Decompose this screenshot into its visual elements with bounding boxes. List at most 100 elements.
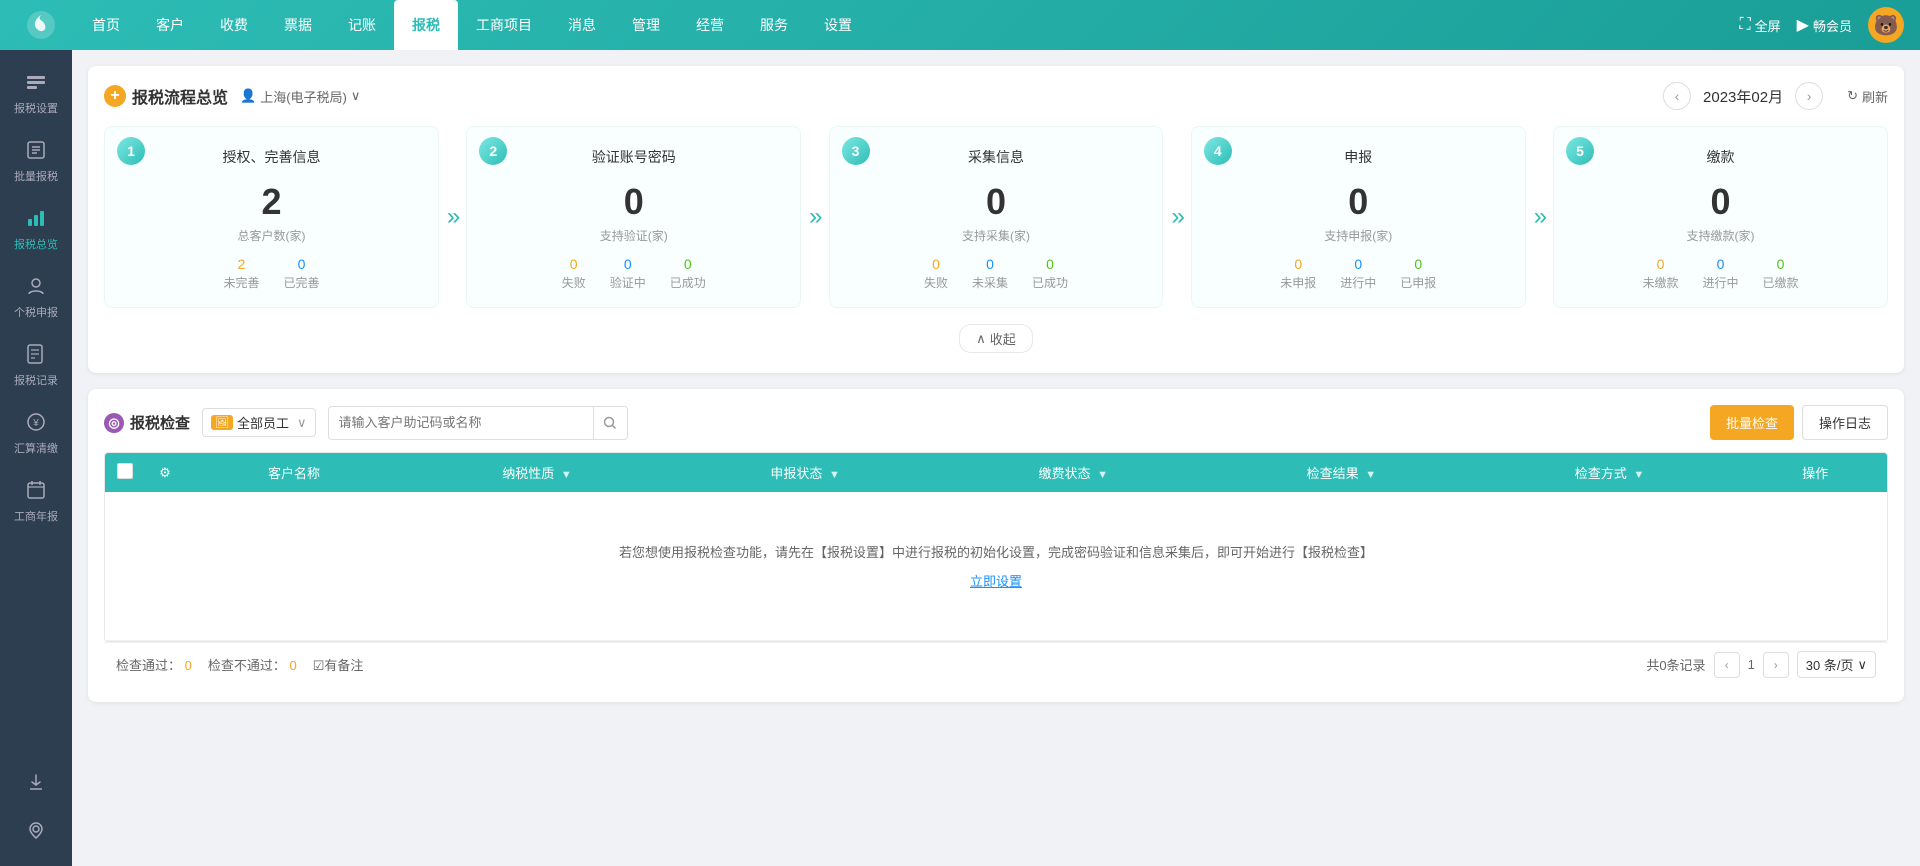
nav-message[interactable]: 消息 <box>550 0 614 50</box>
th-check-method-filter-icon[interactable]: ▼ <box>1633 469 1644 481</box>
sidebar-item-settlement[interactable]: ¥ 汇算清缴 <box>0 398 72 466</box>
th-payment-filter-icon[interactable]: ▼ <box>1097 469 1108 481</box>
step-3-stat-0[interactable]: 0 失败 <box>924 256 948 291</box>
pass-label: 检查通过： 0 <box>116 655 192 674</box>
nav-home[interactable]: 首页 <box>74 0 138 50</box>
nav-manage[interactable]: 管理 <box>614 0 678 50</box>
sidebar-label-tax-records: 报税记录 <box>14 372 58 388</box>
nav-invoice[interactable]: 票据 <box>266 0 330 50</box>
step-1-stat-1-lbl: 已完善 <box>283 274 319 291</box>
step-2-stat-0-val: 0 <box>570 256 578 272</box>
steps-container: 1 授权、完善信息 2 总客户数(家) 2 未完善 0 已完善 <box>104 126 1888 308</box>
step-2-stat-2[interactable]: 0 已成功 <box>670 256 706 291</box>
step-5-stats: 0 未缴款 0 进行中 0 已缴款 <box>1570 256 1871 291</box>
nav-right: ⛶ 全屏 ▶ 畅会员 🐻 <box>1739 7 1904 43</box>
step-5-stat-1[interactable]: 0 进行中 <box>1703 256 1739 291</box>
header-checkbox[interactable] <box>117 463 133 479</box>
tax-check-card: ◎ 报税检查 🖼 全部员工 ∨ <box>88 389 1904 702</box>
th-report-filter-icon[interactable]: ▼ <box>829 469 840 481</box>
next-month-button[interactable]: › <box>1795 82 1823 110</box>
step-5-sub: 支持缴款(家) <box>1570 227 1871 244</box>
top-navigation: 首页 客户 收费 票据 记账 报税 工商项目 消息 管理 经营 服务 设置 ⛶ … <box>0 0 1920 50</box>
step-4-stat-0[interactable]: 0 未申报 <box>1280 256 1316 291</box>
prev-month-button[interactable]: ‹ <box>1663 82 1691 110</box>
operation-log-button[interactable]: 操作日志 <box>1802 405 1888 440</box>
th-payment-status: 缴费状态 ▼ <box>939 453 1207 492</box>
collapse-button[interactable]: ∧ 收起 <box>959 324 1033 353</box>
location-user-icon: 👤 <box>240 88 256 104</box>
prev-page-button[interactable]: ‹ <box>1714 652 1740 678</box>
sidebar-item-tax-records[interactable]: 报税记录 <box>0 330 72 398</box>
sidebar-item-tax-settings[interactable]: 报税设置 <box>0 58 72 126</box>
nav-accounting[interactable]: 记账 <box>330 0 394 50</box>
sidebar-item-annual-report[interactable]: 工商年报 <box>0 466 72 534</box>
step-1-stat-1[interactable]: 0 已完善 <box>283 256 319 291</box>
th-nature-filter-icon[interactable]: ▼ <box>561 469 572 481</box>
nav-fee[interactable]: 收费 <box>202 0 266 50</box>
step-3-stat-1[interactable]: 0 未采集 <box>972 256 1008 291</box>
batch-check-button[interactable]: 批量检查 <box>1710 405 1794 440</box>
sidebar-item-batch-tax[interactable]: 批量报税 <box>0 126 72 194</box>
step-2-stat-1-val: 0 <box>624 256 632 272</box>
refresh-button[interactable]: ↻ 刷新 <box>1847 87 1888 106</box>
month-display: 2023年02月 <box>1703 86 1783 107</box>
step-5-count: 0 <box>1570 181 1871 223</box>
nav-service[interactable]: 服务 <box>742 0 806 50</box>
member-button[interactable]: ▶ 畅会员 <box>1797 15 1852 35</box>
refresh-icon: ↻ <box>1847 88 1858 104</box>
nav-commerce[interactable]: 工商项目 <box>458 0 550 50</box>
step-3-sub: 支持采集(家) <box>846 227 1147 244</box>
search-button[interactable] <box>593 407 627 439</box>
setup-link[interactable]: 立即设置 <box>970 574 1022 589</box>
empty-state-message: 若您想使用报税检查功能，请先在【报税设置】中进行报税的初始化设置，完成密码验证和… <box>137 542 1855 561</box>
customer-search-box[interactable] <box>328 406 628 440</box>
step-4-stat-1[interactable]: 0 进行中 <box>1340 256 1376 291</box>
plus-icon: + <box>104 85 126 107</box>
per-page-select[interactable]: 30 条/页 ∨ <box>1797 651 1876 678</box>
pass-count[interactable]: 0 <box>185 658 192 673</box>
user-avatar[interactable]: 🐻 <box>1868 7 1904 43</box>
employee-tag-icon: 🖼 <box>211 415 233 430</box>
sidebar-item-location[interactable] <box>0 806 72 854</box>
step-2-stat-1-lbl: 验证中 <box>610 274 646 291</box>
step-5-stat-2[interactable]: 0 已缴款 <box>1763 256 1799 291</box>
collapse-bar: ∧ 收起 <box>104 320 1888 357</box>
step-1-stat-0-val: 2 <box>238 256 246 272</box>
th-tax-nature: 纳税性质 ▼ <box>403 453 671 492</box>
sidebar-item-tax-overview[interactable]: 报税总览 <box>0 194 72 262</box>
main-content: + 报税流程总览 👤 上海(电子税局) ∨ ‹ 2023年02月 › ↻ 刷新 <box>72 50 1920 866</box>
sidebar-bottom <box>0 758 72 866</box>
nav-business[interactable]: 经营 <box>678 0 742 50</box>
settings-gear-icon[interactable]: ⚙ <box>159 465 171 480</box>
step-3-title: 采集信息 <box>846 147 1147 167</box>
step-2-stat-1[interactable]: 0 验证中 <box>610 256 646 291</box>
location-selector[interactable]: 👤 上海(电子税局) ∨ <box>240 87 360 106</box>
nav-settings[interactable]: 设置 <box>806 0 870 50</box>
step-3-stat-2[interactable]: 0 已成功 <box>1032 256 1068 291</box>
step-1-number: 1 <box>117 137 145 165</box>
next-page-button[interactable]: › <box>1763 652 1789 678</box>
step-2-stat-0-lbl: 失败 <box>562 274 586 291</box>
tax-check-title: ◎ 报税检查 <box>104 412 190 433</box>
sidebar-item-personal-report[interactable]: 个税申报 <box>0 262 72 330</box>
customer-search-input[interactable] <box>329 409 593 436</box>
step-5-stat-0[interactable]: 0 未缴款 <box>1642 256 1678 291</box>
fail-label: 检查不通过： 0 <box>208 655 297 674</box>
sidebar-label-annual-report: 工商年报 <box>14 508 58 524</box>
th-check-result-filter-icon[interactable]: ▼ <box>1365 469 1376 481</box>
month-navigation: ‹ 2023年02月 › <box>1663 82 1823 110</box>
step-3-count: 0 <box>846 181 1147 223</box>
step-1-stat-0[interactable]: 2 未完善 <box>223 256 259 291</box>
nav-tax[interactable]: 报税 <box>394 0 458 50</box>
step-2-stat-0[interactable]: 0 失败 <box>562 256 586 291</box>
fail-count[interactable]: 0 <box>290 658 297 673</box>
overview-header: + 报税流程总览 👤 上海(电子税局) ∨ ‹ 2023年02月 › ↻ 刷新 <box>104 82 1888 110</box>
step-4-stat-2[interactable]: 0 已申报 <box>1400 256 1436 291</box>
employee-filter-select[interactable]: 🖼 全部员工 ∨ <box>202 408 316 437</box>
nav-client[interactable]: 客户 <box>138 0 202 50</box>
note-label: ☑有备注 <box>313 655 364 674</box>
overview-card: + 报税流程总览 👤 上海(电子税局) ∨ ‹ 2023年02月 › ↻ 刷新 <box>88 66 1904 373</box>
step-5-stat-0-val: 0 <box>1657 256 1665 272</box>
fullscreen-button[interactable]: ⛶ 全屏 <box>1739 16 1780 35</box>
sidebar-item-download[interactable] <box>0 758 72 806</box>
